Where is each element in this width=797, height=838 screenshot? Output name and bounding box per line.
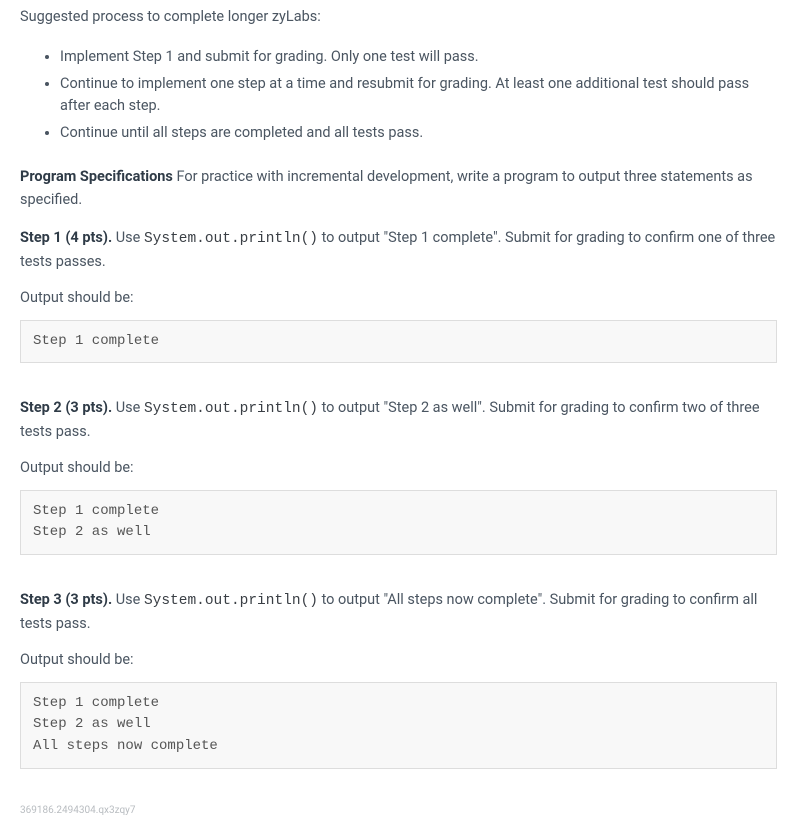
output-label: Output should be: [20, 649, 777, 671]
list-item: Continue to implement one step at a time… [60, 73, 777, 118]
footer-id: 369186.2494304.qx3zqy7 [20, 803, 777, 819]
code-inline: System.out.println() [144, 593, 318, 609]
code-inline: System.out.println() [144, 231, 318, 247]
step-pretext: Use [112, 399, 144, 416]
output-label: Output should be: [20, 457, 777, 479]
list-item: Implement Step 1 and submit for grading.… [60, 46, 777, 68]
code-inline: System.out.println() [144, 401, 318, 417]
output-label: Output should be: [20, 287, 777, 309]
program-specifications: Program Specifications For practice with… [20, 166, 777, 211]
code-output-block: Step 1 complete Step 2 as well All steps… [20, 682, 777, 769]
step-1-instruction: Step 1 (4 pts). Use System.out.println()… [20, 227, 777, 273]
step-3-instruction: Step 3 (3 pts). Use System.out.println()… [20, 589, 777, 635]
code-output-block: Step 1 complete Step 2 as well [20, 490, 777, 555]
step-label: Step 3 (3 pts). [20, 591, 112, 608]
step-pretext: Use [112, 229, 144, 246]
step-label: Step 2 (3 pts). [20, 399, 112, 416]
intro-text: Suggested process to complete longer zyL… [20, 6, 777, 28]
process-list: Implement Step 1 and submit for grading.… [60, 46, 777, 144]
list-item: Continue until all steps are completed a… [60, 122, 777, 144]
step-label: Step 1 (4 pts). [20, 229, 112, 246]
step-pretext: Use [112, 591, 144, 608]
step-2-instruction: Step 2 (3 pts). Use System.out.println()… [20, 397, 777, 443]
code-output-block: Step 1 complete [20, 320, 777, 364]
specs-label: Program Specifications [20, 168, 173, 185]
